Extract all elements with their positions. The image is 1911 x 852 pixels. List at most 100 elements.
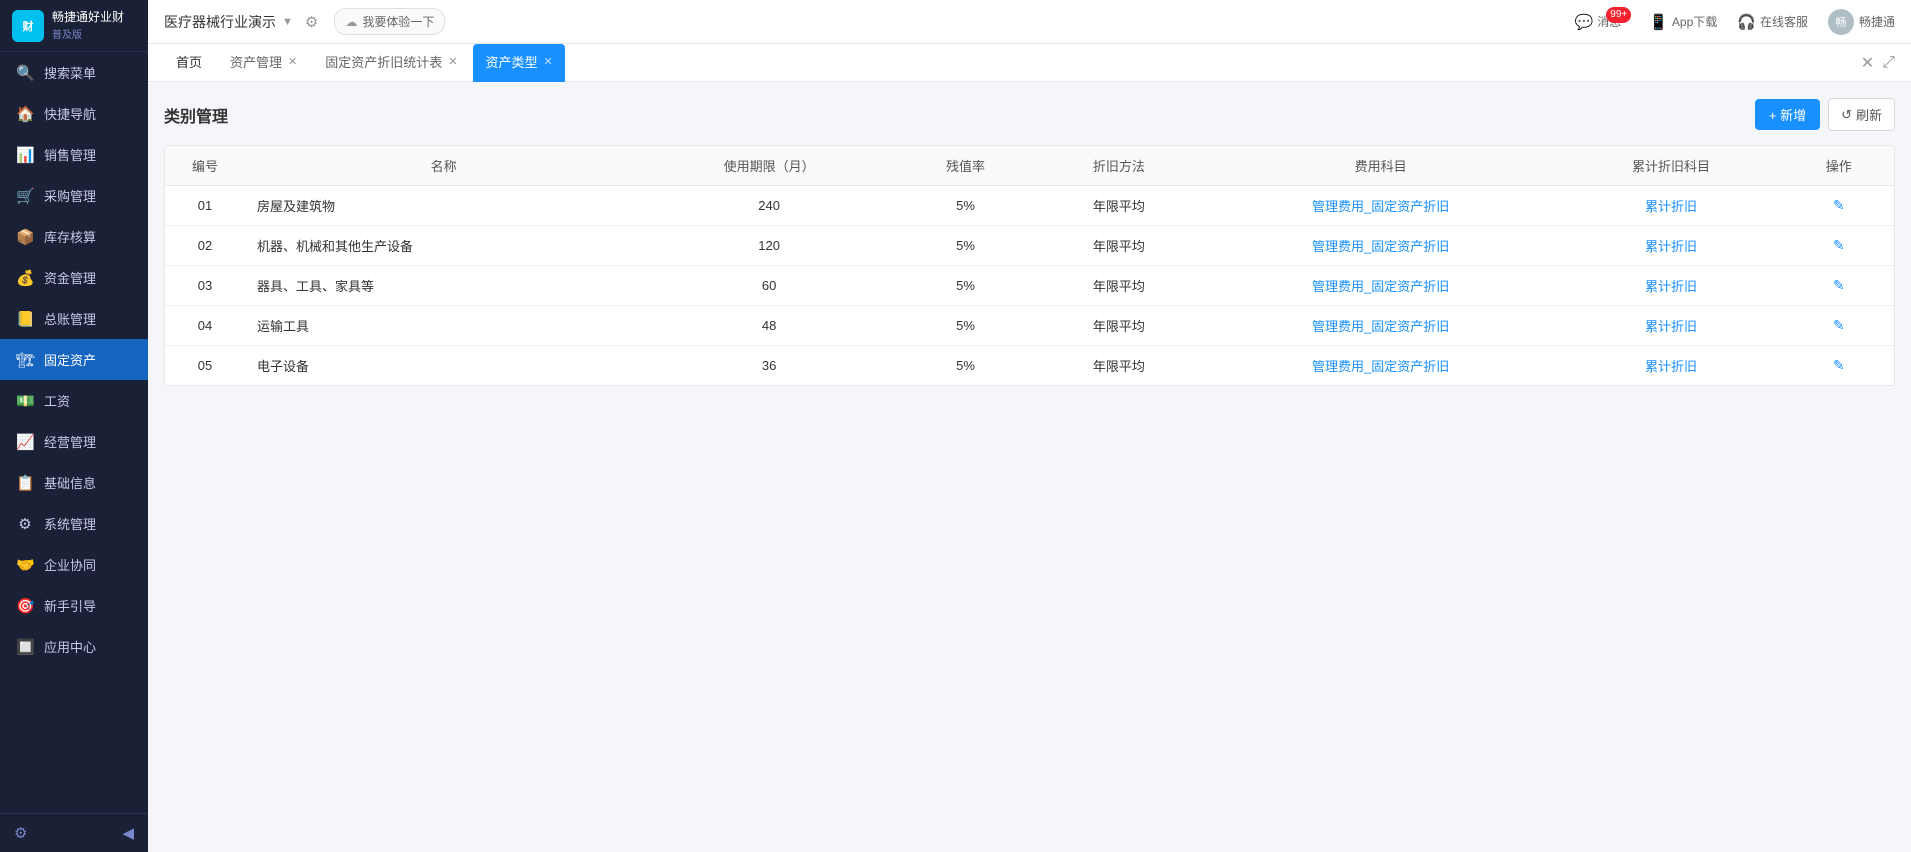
cell-residual: 5% [896, 186, 1035, 226]
module-name: 医疗器械行业演示 ▼ [164, 12, 293, 32]
cloud-icon: ☁ [345, 15, 357, 29]
col-accumulated: 累计折旧科目 [1559, 146, 1784, 186]
sidebar-item-purchase[interactable]: 🛒采购管理 [0, 175, 148, 216]
cell-method: 年限平均 [1035, 266, 1203, 306]
tab-home[interactable]: 首页 [164, 44, 214, 82]
user-profile[interactable]: 畅 畅捷通 [1828, 9, 1895, 35]
sidebar-item-salary[interactable]: 💵工资 [0, 380, 148, 421]
sidebar-item-enterprise[interactable]: 🤝 企业协同 [0, 544, 148, 585]
sidebar-item-sales[interactable]: 📊 销售管理 [0, 134, 148, 175]
col-expense: 费用科目 [1203, 146, 1559, 186]
edit-icon[interactable]: ✎ [1833, 357, 1845, 373]
new-button[interactable]: + 新增 [1755, 99, 1820, 130]
cell-id: 05 [165, 346, 245, 386]
page-title: 类别管理 [164, 103, 228, 127]
sidebar-item-app-center[interactable]: 🔲应用中心 [0, 626, 148, 667]
cell-action: ✎ [1784, 186, 1894, 226]
tab-asset-type-close[interactable]: ✕ [544, 55, 553, 68]
cell-name: 房屋及建筑物 [245, 186, 642, 226]
basic-info-icon: 📋 [16, 474, 34, 492]
system-icon: ⚙ [16, 515, 34, 533]
sidebar-item-basic-info[interactable]: 📋基础信息 [0, 462, 148, 503]
cell-action: ✎ [1784, 306, 1894, 346]
app-center-icon: 🔲 [16, 638, 34, 656]
trial-button[interactable]: ☁ 我要体验一下 [334, 8, 445, 35]
sales-icon: 📊 [16, 146, 34, 164]
tab-asset-management-close[interactable]: ✕ [288, 55, 297, 68]
cell-action: ✎ [1784, 346, 1894, 386]
expand-window-icon[interactable]: ⤢ [1882, 54, 1895, 72]
cell-action: ✎ [1784, 226, 1894, 266]
sidebar-item-operations[interactable]: 📈经营管理 [0, 421, 148, 462]
close-window-icon[interactable]: ✕ [1861, 53, 1874, 73]
settings-icon[interactable]: ⚙ [14, 824, 27, 842]
cell-residual: 5% [896, 306, 1035, 346]
cell-period: 36 [642, 346, 896, 386]
module-dropdown-arrow[interactable]: ▼ [282, 16, 293, 28]
app-download-icon: 📱 [1649, 13, 1668, 31]
cell-accumulated: 累计折旧 [1559, 266, 1784, 306]
col-name: 名称 [245, 146, 642, 186]
enterprise-icon: 🤝 [16, 556, 34, 574]
tab-depreciation-report[interactable]: 固定资产折旧统计表 ✕ [313, 44, 469, 82]
header-actions: + 新增 ↺ 刷新 [1755, 98, 1895, 131]
tabs-controls: ✕ ⤢ [1861, 53, 1895, 73]
sidebar-label-search: 搜索菜单 [44, 63, 96, 82]
edit-icon[interactable]: ✎ [1833, 197, 1845, 213]
sidebar-item-ledger[interactable]: 📒总账管理 [0, 298, 148, 339]
sidebar-label-salary: 工资 [44, 391, 70, 410]
sidebar-item-guide[interactable]: 🎯新手引导 [0, 585, 148, 626]
guide-icon: 🎯 [16, 597, 34, 615]
search-icon: 🔍 [16, 64, 34, 82]
sidebar-item-fixed-assets[interactable]: 🏗固定资产 [0, 339, 148, 380]
cell-name: 电子设备 [245, 346, 642, 386]
col-action: 操作 [1784, 146, 1894, 186]
table-body: 01 房屋及建筑物 240 5% 年限平均 管理费用_固定资产折旧 累计折旧 ✎… [165, 186, 1894, 386]
sidebar-item-inventory[interactable]: 📦库存核算 [0, 216, 148, 257]
tab-depreciation-close[interactable]: ✕ [448, 55, 457, 68]
operations-icon: 📈 [16, 433, 34, 451]
sidebar-item-quick-nav[interactable]: 🏠快捷导航 [0, 93, 148, 134]
app-version: 普及版 [52, 26, 124, 41]
sidebar-logo: 财 畅捷通好业财 普及版 [0, 0, 148, 52]
table: 编号 名称 使用期限（月） 残值率 折旧方法 费用科目 累计折旧科目 操作 01… [165, 146, 1894, 385]
sidebar-item-system[interactable]: ⚙系统管理 [0, 503, 148, 544]
sidebar-label-inventory: 库存核算 [44, 227, 96, 246]
sidebar-item-search[interactable]: 🔍 搜索菜单 [0, 52, 148, 93]
avatar: 畅 [1828, 9, 1854, 35]
cell-expense: 管理费用_固定资产折旧 [1203, 226, 1559, 266]
table-row: 03 器具、工具、家具等 60 5% 年限平均 管理费用_固定资产折旧 累计折旧… [165, 266, 1894, 306]
cell-id: 03 [165, 266, 245, 306]
online-service-button[interactable]: 🎧 在线客服 [1737, 13, 1808, 31]
cell-name: 机器、机械和其他生产设备 [245, 226, 642, 266]
table-header: 编号 名称 使用期限（月） 残值率 折旧方法 费用科目 累计折旧科目 操作 [165, 146, 1894, 186]
cell-accumulated: 累计折旧 [1559, 306, 1784, 346]
sidebar-item-capital[interactable]: 💰资金管理 [0, 257, 148, 298]
message-badge: 99+ [1606, 7, 1631, 23]
cell-method: 年限平均 [1035, 306, 1203, 346]
topbar-right: 💬 消息 99+ 📱 App下载 🎧 在线客服 畅 畅捷通 [1575, 9, 1895, 35]
cell-id: 01 [165, 186, 245, 226]
refresh-button[interactable]: ↺ 刷新 [1828, 98, 1895, 131]
app-download-button[interactable]: 📱 App下载 [1649, 13, 1717, 31]
cell-expense: 管理费用_固定资产折旧 [1203, 346, 1559, 386]
col-residual: 残值率 [896, 146, 1035, 186]
capital-icon: 💰 [16, 269, 34, 287]
topbar-settings-icon[interactable]: ⚙ [305, 13, 318, 31]
cell-expense: 管理费用_固定资产折旧 [1203, 306, 1559, 346]
collapse-icon[interactable]: ◀ [122, 824, 134, 842]
tab-asset-type[interactable]: 资产类型 ✕ [473, 44, 564, 82]
category-table: 编号 名称 使用期限（月） 残值率 折旧方法 费用科目 累计折旧科目 操作 01… [164, 145, 1895, 386]
tab-asset-management[interactable]: 资产管理 ✕ [218, 44, 309, 82]
edit-icon[interactable]: ✎ [1833, 317, 1845, 333]
app-logo-icon: 财 [12, 10, 44, 42]
edit-icon[interactable]: ✎ [1833, 277, 1845, 293]
cell-period: 60 [642, 266, 896, 306]
cell-method: 年限平均 [1035, 226, 1203, 266]
edit-icon[interactable]: ✎ [1833, 237, 1845, 253]
table-row: 01 房屋及建筑物 240 5% 年限平均 管理费用_固定资产折旧 累计折旧 ✎ [165, 186, 1894, 226]
sidebar-label-enterprise: 企业协同 [44, 555, 96, 574]
sidebar-label-sales: 销售管理 [44, 145, 96, 164]
message-button[interactable]: 💬 消息 99+ [1575, 13, 1622, 31]
topbar: 医疗器械行业演示 ▼ ⚙ ☁ 我要体验一下 💬 消息 99+ 📱 App下载 🎧… [148, 0, 1911, 44]
